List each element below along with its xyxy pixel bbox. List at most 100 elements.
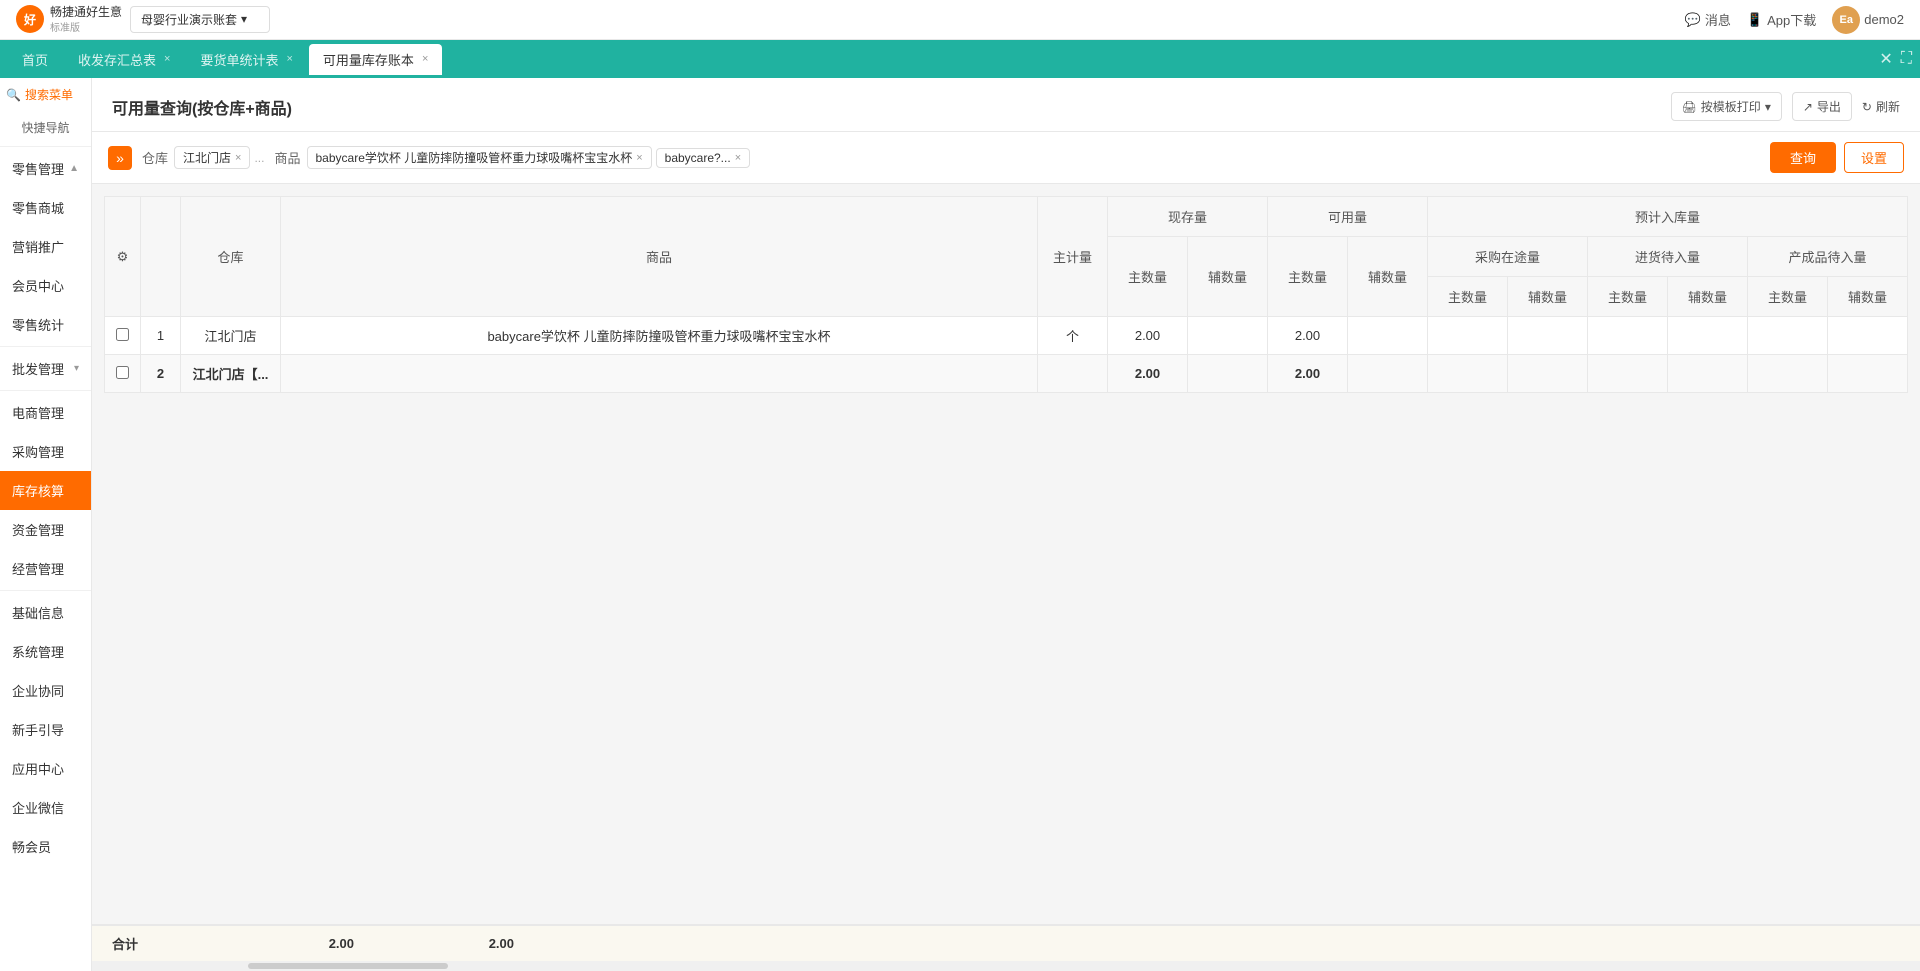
sidebar-item-newbie-label: 新手引导 [12,720,64,739]
sidebar-item-enterprise-wechat[interactable]: 企业微信 [0,788,91,827]
sidebar-item-member[interactable]: 会员中心 [0,266,91,305]
logo-sub: 标准版 [50,19,122,34]
cell-avail-main: 2.00 [1268,317,1348,355]
tab-receive-pay-close[interactable]: × [164,53,170,65]
sidebar-item-basics-label: 基础信息 [12,603,64,622]
chevron-up-icon: ▲ [69,163,79,174]
page-header: 可用量查询(按仓库+商品) 🖨 按模板打印 ▾ ↗ 导出 ↻ 刷新 [92,78,1920,132]
export-icon: ↗ [1803,100,1813,114]
footer-avail-main: 2.00 [434,936,514,951]
sidebar-item-basics[interactable]: 基础信息 [0,593,91,632]
cell-product-in-main [1748,317,1828,355]
sidebar-item-wholesale-mgmt-label: 批发管理 [12,359,64,378]
query-btn[interactable]: 查询 [1770,142,1836,173]
warehouse-tag-remove[interactable]: × [235,152,241,164]
sidebar-quick-nav[interactable]: 快捷导航 [0,111,91,144]
footer-stock-main: 2.00 [274,936,354,951]
th-unit: 主计量 [1038,197,1108,317]
sidebar-item-enterprise[interactable]: 企业协同 [0,671,91,710]
download-btn[interactable]: 📱 App下载 [1747,10,1816,29]
sidebar-item-retail-shop[interactable]: 零售商城 [0,188,91,227]
sidebar-item-enterprise-wechat-label: 企业微信 [12,798,64,817]
product-tag-text-1: babycare?... [665,151,731,165]
sidebar-search[interactable]: 🔍 搜索菜单 [0,78,91,111]
sidebar-item-system[interactable]: 系统管理 [0,632,91,671]
product-tag-1-remove[interactable]: × [735,152,741,164]
table-row: 2 江北门店【... 2.00 2.00 [105,355,1908,393]
sidebar-item-retail-mgmt-label: 零售管理 [12,159,64,178]
tab-receive-pay[interactable]: 收发存汇总表 × [64,44,184,75]
product-tag-1[interactable]: babycare?... × [656,148,750,168]
sidebar-item-marketing[interactable]: 营销推广 [0,227,91,266]
warehouse-more-btn[interactable]: ... [254,151,264,165]
message-label: 消息 [1705,10,1731,29]
tab-maximize-icon[interactable]: ⛶ [1901,50,1912,68]
sidebar-item-finance[interactable]: 资金管理 [0,510,91,549]
tab-avail-inv[interactable]: 可用量库存账本 × [309,44,442,75]
product-tag-0[interactable]: babycare学饮杯 儿童防摔防撞吸管杯重力球吸嘴杯宝宝水杯 × [307,146,652,169]
th-settings[interactable]: ⚙ [105,197,141,317]
sidebar-item-finance-label: 资金管理 [12,520,64,539]
table-row: 1 江北门店 babycare学饮杯 儿童防摔防撞吸管杯重力球吸嘴杯宝宝水杯 个… [105,317,1908,355]
user-area[interactable]: Ea demo2 [1832,6,1904,34]
tab-order-stat[interactable]: 要货单统计表 × [186,44,306,75]
expand-filter-btn[interactable]: » [108,146,132,170]
message-icon: 💬 [1685,12,1701,28]
industry-select[interactable]: 母婴行业演示账套 ▾ [130,6,270,33]
sidebar-item-app-center[interactable]: 应用中心 [0,749,91,788]
tab-order-stat-close[interactable]: × [286,53,292,65]
product-filter-group: 商品 babycare学饮杯 儿童防摔防撞吸管杯重力球吸嘴杯宝宝水杯 × bab… [274,146,750,169]
product-tag-0-remove[interactable]: × [636,152,642,164]
tab-avail-inv-close[interactable]: × [422,53,428,65]
th-stock-header: 现存量 [1108,197,1268,237]
content: 可用量查询(按仓库+商品) 🖨 按模板打印 ▾ ↗ 导出 ↻ 刷新 [92,78,1920,971]
sidebar-item-inventory[interactable]: 库存核算 [0,471,91,510]
sidebar-item-wholesale-mgmt[interactable]: 批发管理 ▾ [0,349,91,388]
filter-action-btns: 查询 设置 [1770,142,1904,173]
top-bar-right: 💬 消息 📱 App下载 Ea demo2 [1685,6,1904,34]
cell-product: babycare学饮杯 儿童防摔防撞吸管杯重力球吸嘴杯宝宝水杯 [281,317,1038,355]
row-checkbox-2[interactable] [116,366,129,379]
settings-btn[interactable]: 设置 [1844,142,1904,173]
sidebar-item-member-label: 会员中心 [12,276,64,295]
message-btn[interactable]: 💬 消息 [1685,10,1731,29]
sidebar-item-vip[interactable]: 畅会员 [0,827,91,866]
sidebar-item-ecommerce[interactable]: 电商管理 [0,393,91,432]
sidebar-item-operations-label: 经营管理 [12,559,64,578]
cell-stock-main-2: 2.00 [1108,355,1188,393]
cell-checkbox[interactable] [105,317,141,355]
horizontal-scrollbar[interactable] [92,961,1920,971]
export-btn[interactable]: ↗ 导出 [1792,92,1852,121]
refresh-btn[interactable]: ↻ 刷新 [1862,98,1900,115]
main-layout: 🔍 搜索菜单 快捷导航 零售管理 ▲ 零售商城 营销推广 会员中心 零售统计 批… [0,78,1920,971]
sidebar-divider-4 [0,590,91,591]
cell-unit-2 [1038,355,1108,393]
top-bar-left: 好 畅捷通好生意 标准版 母婴行业演示账套 ▾ [16,5,270,34]
th-purchase-header: 采购在途量 [1428,237,1588,277]
scroll-thumb[interactable] [248,963,448,969]
refresh-icon: ↻ [1862,100,1872,114]
cell-purchase-aux-2 [1508,355,1588,393]
row-checkbox[interactable] [116,328,129,341]
tab-home[interactable]: 首页 [8,44,62,75]
sidebar-item-retail-stat[interactable]: 零售统计 [0,305,91,344]
cell-product-in-main-2 [1748,355,1828,393]
cell-avail-main-2: 2.00 [1268,355,1348,393]
warehouse-tag-text: 江北门店 [183,149,231,166]
page-title: 可用量查询(按仓库+商品) [112,95,292,119]
print-label: 按模板打印 [1701,98,1761,115]
cell-checkbox-2[interactable] [105,355,141,393]
sidebar-item-purchase[interactable]: 采购管理 [0,432,91,471]
print-btn[interactable]: 🖨 按模板打印 ▾ [1671,92,1782,121]
table-footer: 合计 2.00 2.00 [92,924,1920,961]
sidebar-item-retail-mgmt[interactable]: 零售管理 ▲ [0,149,91,188]
sidebar-quick-nav-label: 快捷导航 [21,121,69,135]
chevron-down-icon: ▾ [241,12,247,26]
sidebar-item-operations[interactable]: 经营管理 [0,549,91,588]
sidebar-divider-1 [0,146,91,147]
th-avail-aux: 辅数量 [1348,237,1428,317]
warehouse-tag-0[interactable]: 江北门店 × [174,146,250,169]
th-incoming-main: 主数量 [1588,277,1668,317]
tab-close-all-icon[interactable]: ✕ [1879,49,1892,69]
sidebar-item-newbie[interactable]: 新手引导 [0,710,91,749]
